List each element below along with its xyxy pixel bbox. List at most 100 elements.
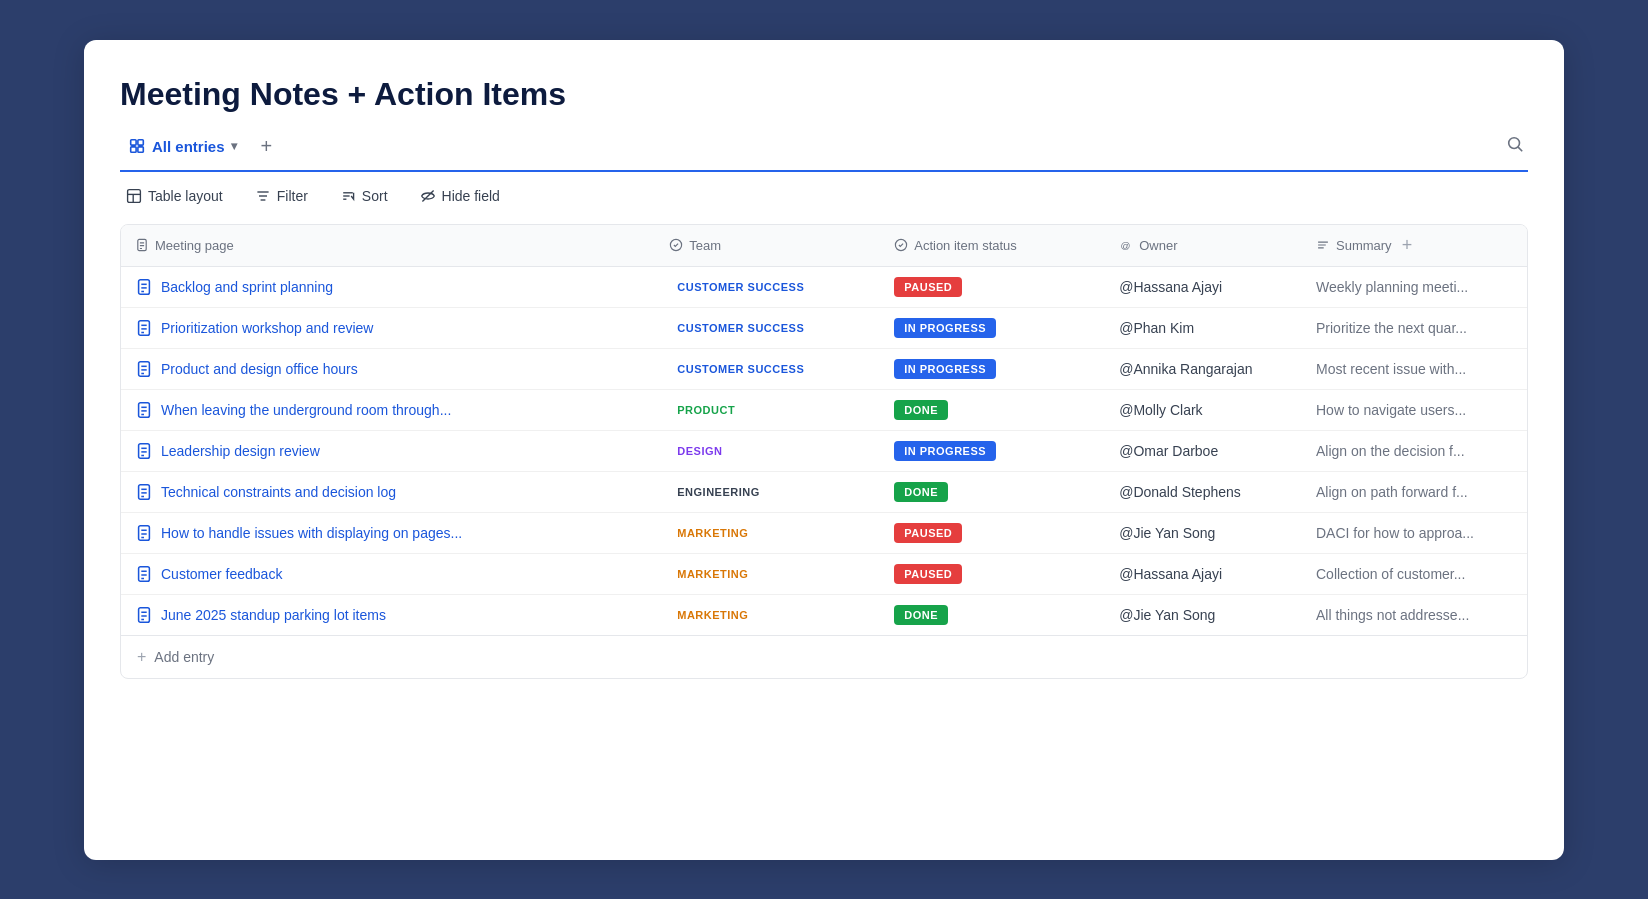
team-header-icon (669, 238, 683, 252)
meeting-page-link[interactable]: Technical constraints and decision log (135, 483, 641, 501)
col-owner-label: Owner (1139, 238, 1177, 253)
team-badge: CUSTOMER SUCCESS (669, 360, 812, 378)
status-cell: DONE (880, 471, 1105, 512)
owner-cell: @Omar Darboe (1105, 430, 1302, 471)
owner-cell: @Donald Stephens (1105, 471, 1302, 512)
search-button[interactable] (1502, 131, 1528, 162)
meeting-page-link[interactable]: Backlog and sprint planning (135, 278, 641, 296)
team-cell: PRODUCT (655, 389, 880, 430)
team-badge: CUSTOMER SUCCESS (669, 278, 812, 296)
add-tab-button[interactable]: + (253, 131, 281, 162)
summary-cell: How to navigate users... (1302, 389, 1527, 430)
summary-header-icon (1316, 238, 1330, 252)
meeting-page-link[interactable]: Customer feedback (135, 565, 641, 583)
table-layout-button[interactable]: Table layout (120, 184, 229, 208)
owner-cell: @Molly Clark (1105, 389, 1302, 430)
owner-cell: @Hassana Ajayi (1105, 553, 1302, 594)
meeting-page-cell: Prioritization workshop and review (121, 307, 655, 348)
meeting-page-cell: Customer feedback (121, 553, 655, 594)
svg-rect-6 (128, 189, 141, 202)
meeting-page-cell: June 2025 standup parking lot items (121, 594, 655, 635)
meeting-page-link[interactable]: When leaving the underground room throug… (135, 401, 641, 419)
status-badge: PAUSED (894, 564, 962, 584)
filter-button[interactable]: Filter (249, 184, 314, 208)
table-header-row: Meeting page Team (121, 225, 1527, 267)
hide-field-button[interactable]: Hide field (414, 184, 506, 208)
doc-row-icon (135, 401, 153, 419)
hide-icon (420, 188, 436, 204)
meeting-page-cell: Product and design office hours (121, 348, 655, 389)
team-cell: CUSTOMER SUCCESS (655, 348, 880, 389)
col-team-label: Team (689, 238, 721, 253)
status-cell: IN PROGRESS (880, 430, 1105, 471)
sort-icon (340, 188, 356, 204)
team-badge: MARKETING (669, 606, 756, 624)
meeting-page-text: Prioritization workshop and review (161, 320, 373, 336)
svg-line-15 (422, 190, 433, 201)
doc-row-icon (135, 524, 153, 542)
svg-rect-0 (131, 140, 136, 145)
table-row: Backlog and sprint planning CUSTOMER SUC… (121, 266, 1527, 307)
status-badge: DONE (894, 482, 948, 502)
col-team: Team (655, 225, 880, 267)
status-badge: PAUSED (894, 523, 962, 543)
team-badge: MARKETING (669, 565, 756, 583)
doc-row-icon (135, 483, 153, 501)
meeting-page-text: How to handle issues with displaying on … (161, 525, 462, 541)
meeting-page-cell: How to handle issues with displaying on … (121, 512, 655, 553)
owner-cell: @Hassana Ajayi (1105, 266, 1302, 307)
status-cell: DONE (880, 389, 1105, 430)
summary-cell: Prioritize the next quar... (1302, 307, 1527, 348)
svg-rect-3 (138, 147, 143, 152)
status-cell: IN PROGRESS (880, 348, 1105, 389)
meeting-page-text: When leaving the underground room throug… (161, 402, 451, 418)
meeting-page-link[interactable]: How to handle issues with displaying on … (135, 524, 641, 542)
status-badge: IN PROGRESS (894, 318, 996, 338)
meeting-page-link[interactable]: Product and design office hours (135, 360, 641, 378)
data-table: Meeting page Team (120, 224, 1528, 679)
meeting-page-link[interactable]: June 2025 standup parking lot items (135, 606, 641, 624)
status-cell: PAUSED (880, 512, 1105, 553)
col-status-label: Action item status (914, 238, 1017, 253)
team-badge: ENGINEERING (669, 483, 768, 501)
table-row: June 2025 standup parking lot items MARK… (121, 594, 1527, 635)
toolbar-row: All entries ▾ + (120, 131, 1528, 172)
team-cell: MARKETING (655, 594, 880, 635)
table-layout-label: Table layout (148, 188, 223, 204)
svg-point-4 (1509, 137, 1520, 148)
status-cell: PAUSED (880, 266, 1105, 307)
summary-cell: Align on path forward f... (1302, 471, 1527, 512)
col-owner: @ Owner (1105, 225, 1302, 267)
doc-row-icon (135, 360, 153, 378)
meeting-page-text: Technical constraints and decision log (161, 484, 396, 500)
search-icon (1506, 135, 1524, 153)
add-entry-row[interactable]: + Add entry (121, 635, 1527, 678)
sort-button[interactable]: Sort (334, 184, 394, 208)
status-badge: PAUSED (894, 277, 962, 297)
col-summary-label: Summary (1336, 238, 1392, 253)
svg-rect-2 (131, 147, 136, 152)
owner-header-icon: @ (1119, 238, 1133, 252)
add-column-button[interactable]: + (1398, 235, 1417, 256)
team-cell: CUSTOMER SUCCESS (655, 266, 880, 307)
doc-row-icon (135, 606, 153, 624)
meeting-page-text: Customer feedback (161, 566, 282, 582)
team-badge: CUSTOMER SUCCESS (669, 319, 812, 337)
owner-cell: @Jie Yan Song (1105, 512, 1302, 553)
add-entry-label: Add entry (154, 649, 214, 665)
meeting-page-text: Backlog and sprint planning (161, 279, 333, 295)
team-badge: MARKETING (669, 524, 756, 542)
svg-rect-1 (138, 140, 143, 145)
status-cell: IN PROGRESS (880, 307, 1105, 348)
meeting-page-link[interactable]: Leadership design review (135, 442, 641, 460)
team-cell: MARKETING (655, 512, 880, 553)
table-row: Customer feedback MARKETING PAUSED @Hass… (121, 553, 1527, 594)
summary-cell: Weekly planning meeti... (1302, 266, 1527, 307)
meeting-page-link[interactable]: Prioritization workshop and review (135, 319, 641, 337)
main-window: Meeting Notes + Action Items All entries… (84, 40, 1564, 860)
all-entries-tab[interactable]: All entries ▾ (120, 133, 245, 159)
meeting-page-cell: Leadership design review (121, 430, 655, 471)
col-summary: Summary + (1302, 225, 1527, 267)
col-meeting-page: Meeting page (121, 225, 655, 267)
table-row: Prioritization workshop and review CUSTO… (121, 307, 1527, 348)
